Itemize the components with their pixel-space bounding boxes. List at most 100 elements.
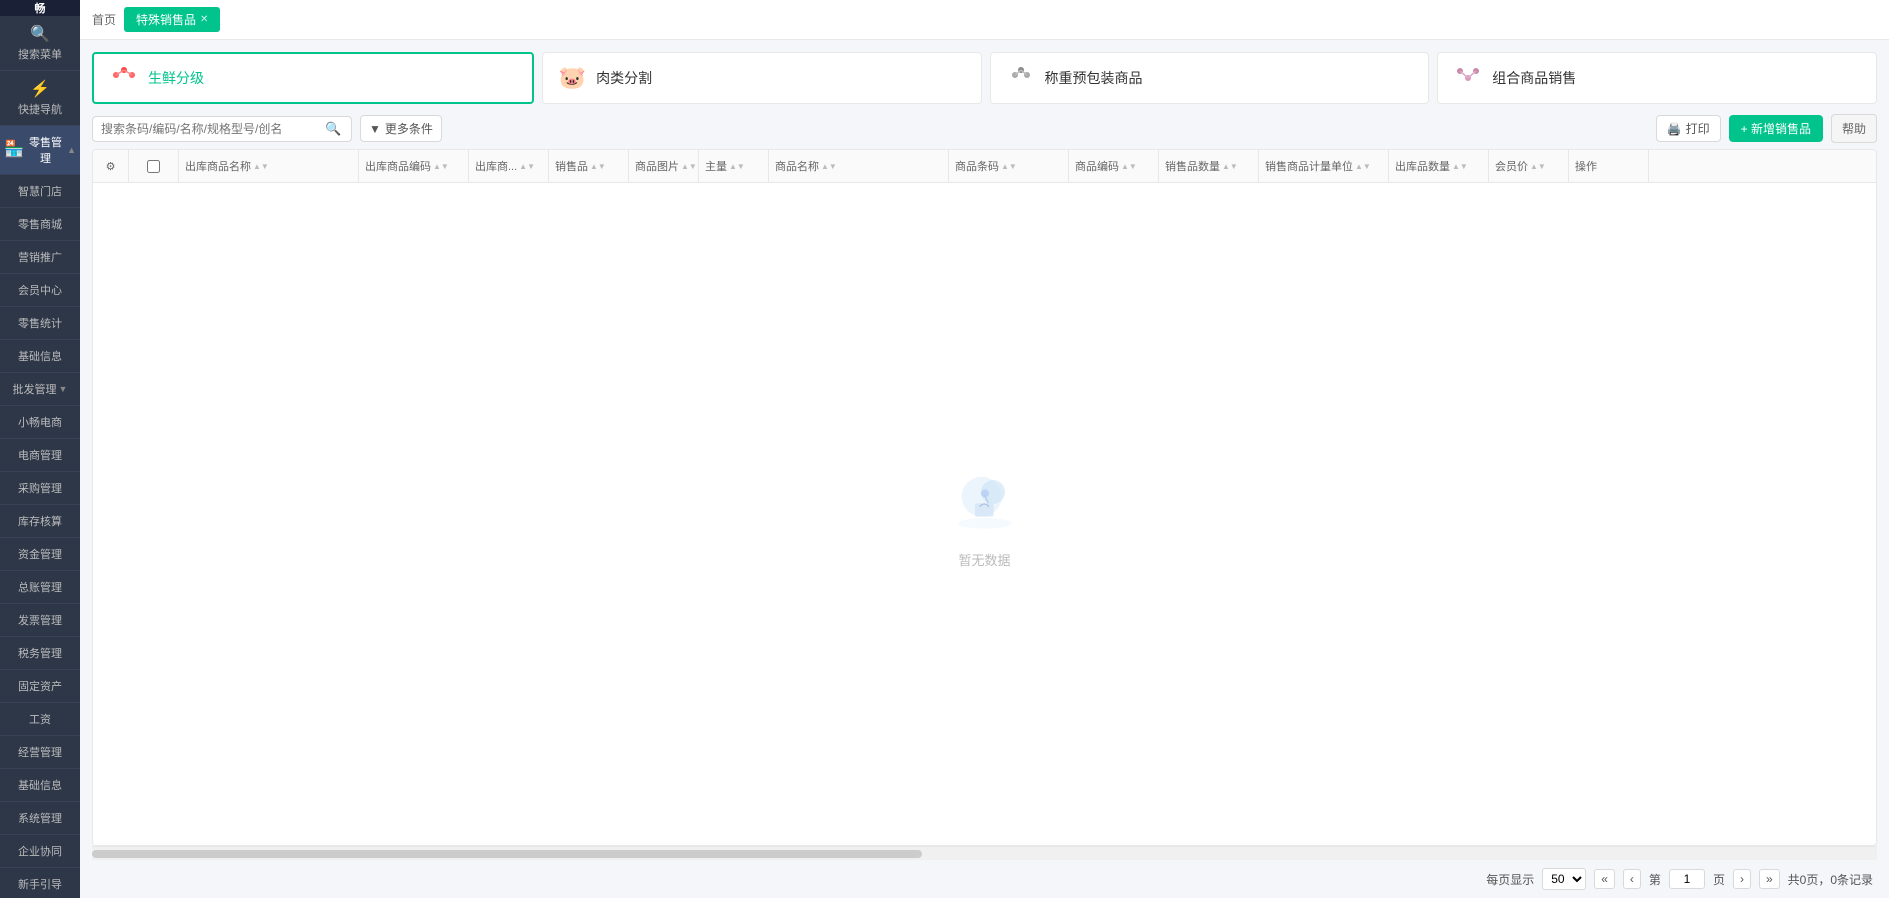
main-area: 首页 特殊销售品 ✕ 生鲜分级	[80, 0, 1889, 898]
th-img[interactable]: 商品图片 ▲▼	[629, 150, 699, 182]
sort-icon[interactable]: ▲▼	[433, 162, 449, 171]
sidebar-item-finance[interactable]: 资金管理	[0, 538, 80, 571]
search-icon[interactable]: 🔍	[325, 121, 341, 137]
tab-card-scale[interactable]: 称重预包装商品	[990, 52, 1430, 104]
sort-icon[interactable]: ▲▼	[1355, 162, 1371, 171]
sidebar-item-salary[interactable]: 工资	[0, 703, 80, 736]
sidebar-item-accounting[interactable]: 总账管理	[0, 571, 80, 604]
sidebar-item-search[interactable]: 🔍 搜索菜单	[0, 16, 80, 71]
sidebar-item-label: 经营管理	[18, 747, 62, 759]
sort-icon[interactable]: ▲▼	[1001, 162, 1017, 171]
table-body-empty: 暂无数据	[93, 183, 1876, 845]
sort-icon[interactable]: ▲▼	[1530, 162, 1546, 171]
horizontal-scrollbar[interactable]	[92, 846, 1877, 860]
filter-button[interactable]: ▼ 更多条件	[360, 115, 442, 142]
prev-page-button[interactable]: ‹	[1623, 869, 1641, 889]
table-header: ⚙ 出库商品名称 ▲▼ 出库商品编码 ▲▼ 出库商... ▲▼	[93, 150, 1876, 183]
sidebar-item-label: 小畅电商	[18, 417, 62, 429]
combo-icon	[1454, 64, 1482, 92]
sidebar-item-invoice[interactable]: 发票管理	[0, 604, 80, 637]
col-label: 商品图片	[635, 158, 679, 174]
scrollbar-thumb[interactable]	[92, 850, 922, 858]
active-tab[interactable]: 特殊销售品 ✕	[124, 7, 220, 32]
sidebar-item-operations[interactable]: 经营管理	[0, 736, 80, 769]
th-outcode[interactable]: 出库商品编码 ▲▼	[359, 150, 469, 182]
th-goodname[interactable]: 商品名称 ▲▼	[769, 150, 949, 182]
search-input[interactable]	[101, 122, 321, 136]
help-button[interactable]: 帮助	[1831, 114, 1877, 143]
th-sku[interactable]: 商品编码 ▲▼	[1069, 150, 1159, 182]
th-outgoods[interactable]: 出库商... ▲▼	[469, 150, 549, 182]
sort-icon[interactable]: ▲▼	[590, 162, 606, 171]
total-info: 共0页，0条记录	[1788, 871, 1873, 888]
close-tab-icon[interactable]: ✕	[200, 14, 208, 25]
th-setting[interactable]: ⚙	[93, 150, 129, 182]
search-box[interactable]: 🔍	[92, 116, 352, 142]
chevron-down-icon: ▲	[67, 145, 76, 155]
th-outqty[interactable]: 出库品数量 ▲▼	[1389, 150, 1489, 182]
sidebar-item-label: 系统管理	[18, 813, 62, 825]
last-page-button[interactable]: »	[1759, 869, 1780, 889]
sidebar-item-enterprise[interactable]: 企业协同	[0, 835, 80, 868]
sidebar-item-miniapp[interactable]: 小畅电商	[0, 406, 80, 439]
select-all-checkbox[interactable]	[147, 160, 160, 173]
sidebar-item-retailstat[interactable]: 零售统计	[0, 307, 80, 340]
first-page-button[interactable]: «	[1594, 869, 1615, 889]
print-button[interactable]: 🖨️ 打印	[1656, 115, 1721, 142]
sort-icon[interactable]: ▲▼	[729, 162, 745, 171]
col-label: 出库商品编码	[365, 158, 431, 174]
sidebar-item-newguide[interactable]: 新手引导	[0, 868, 80, 898]
sidebar-item-system[interactable]: 系统管理	[0, 802, 80, 835]
sidebar-item-purchase[interactable]: 采购管理	[0, 472, 80, 505]
sidebar-item-tax[interactable]: 税务管理	[0, 637, 80, 670]
sort-icon[interactable]: ▲▼	[1452, 162, 1468, 171]
sidebar-item-label: 新手引导	[18, 879, 62, 891]
sidebar-item-wholesale[interactable]: 批发管理 ▼	[0, 373, 80, 406]
sidebar-item-member[interactable]: 会员中心	[0, 274, 80, 307]
sidebar-item-assets[interactable]: 固定资产	[0, 670, 80, 703]
tab-card-fresh-label: 生鲜分级	[148, 68, 204, 88]
th-mainunit[interactable]: 主量 ▲▼	[699, 150, 769, 182]
sidebar-item-promotion[interactable]: 营销推广	[0, 241, 80, 274]
sidebar-item-inventory[interactable]: 库存核算	[0, 505, 80, 538]
sort-icon[interactable]: ▲▼	[681, 162, 697, 171]
page-number-input[interactable]	[1669, 869, 1705, 889]
sidebar-item-quicknav[interactable]: ⚡ 快捷导航	[0, 71, 80, 126]
filter-icon: ▼	[369, 122, 381, 136]
tab-card-meat[interactable]: 🐷 肉类分割	[542, 52, 982, 104]
next-page-button[interactable]: ›	[1733, 869, 1751, 889]
th-outname[interactable]: 出库商品名称 ▲▼	[179, 150, 359, 182]
sort-icon[interactable]: ▲▼	[253, 162, 269, 171]
tab-card-combo-label: 组合商品销售	[1492, 68, 1576, 88]
pagination: 每页显示 50 « ‹ 第 页 › » 共0页，0条记录	[80, 860, 1889, 898]
sidebar-item-retailmall[interactable]: 零售商城	[0, 208, 80, 241]
th-checkbox[interactable]	[129, 150, 179, 182]
th-salegood[interactable]: 销售品 ▲▼	[549, 150, 629, 182]
sidebar-item-label: 发票管理	[18, 615, 62, 627]
sort-icon[interactable]: ▲▼	[519, 162, 535, 171]
th-saleqty[interactable]: 销售品数量 ▲▼	[1159, 150, 1259, 182]
sidebar-item-ecommerce[interactable]: 电商管理	[0, 439, 80, 472]
col-label: 商品条码	[955, 158, 999, 174]
sidebar-item-basicinfo2[interactable]: 基础信息	[0, 769, 80, 802]
sidebar-item-label: 会员中心	[18, 285, 62, 297]
sidebar-item-smartstore[interactable]: 智慧门店	[0, 175, 80, 208]
sidebar-item-basicinfo[interactable]: 基础信息	[0, 340, 80, 373]
data-table: ⚙ 出库商品名称 ▲▼ 出库商品编码 ▲▼ 出库商... ▲▼	[92, 149, 1877, 846]
sidebar-item-label: 零售管理	[26, 134, 65, 166]
sort-icon[interactable]: ▲▼	[821, 162, 837, 171]
sidebar-item-label: 采购管理	[18, 483, 62, 495]
breadcrumb-home[interactable]: 首页	[92, 11, 116, 28]
sidebar-item-label: 零售统计	[18, 318, 62, 330]
th-unit[interactable]: 销售商品计量单位 ▲▼	[1259, 150, 1389, 182]
th-price[interactable]: 会员价 ▲▼	[1489, 150, 1569, 182]
tab-card-combo[interactable]: 组合商品销售	[1437, 52, 1877, 104]
sort-icon[interactable]: ▲▼	[1222, 162, 1238, 171]
add-button[interactable]: + 新增销售品	[1729, 115, 1823, 142]
tab-card-fresh[interactable]: 生鲜分级	[92, 52, 534, 104]
sidebar-item-retail[interactable]: 🏪 零售管理 ▲	[0, 126, 80, 175]
page-size-select[interactable]: 50	[1542, 868, 1586, 890]
sort-icon[interactable]: ▲▼	[1121, 162, 1137, 171]
sidebar-item-label: 批发管理	[13, 381, 57, 397]
th-barcode[interactable]: 商品条码 ▲▼	[949, 150, 1069, 182]
